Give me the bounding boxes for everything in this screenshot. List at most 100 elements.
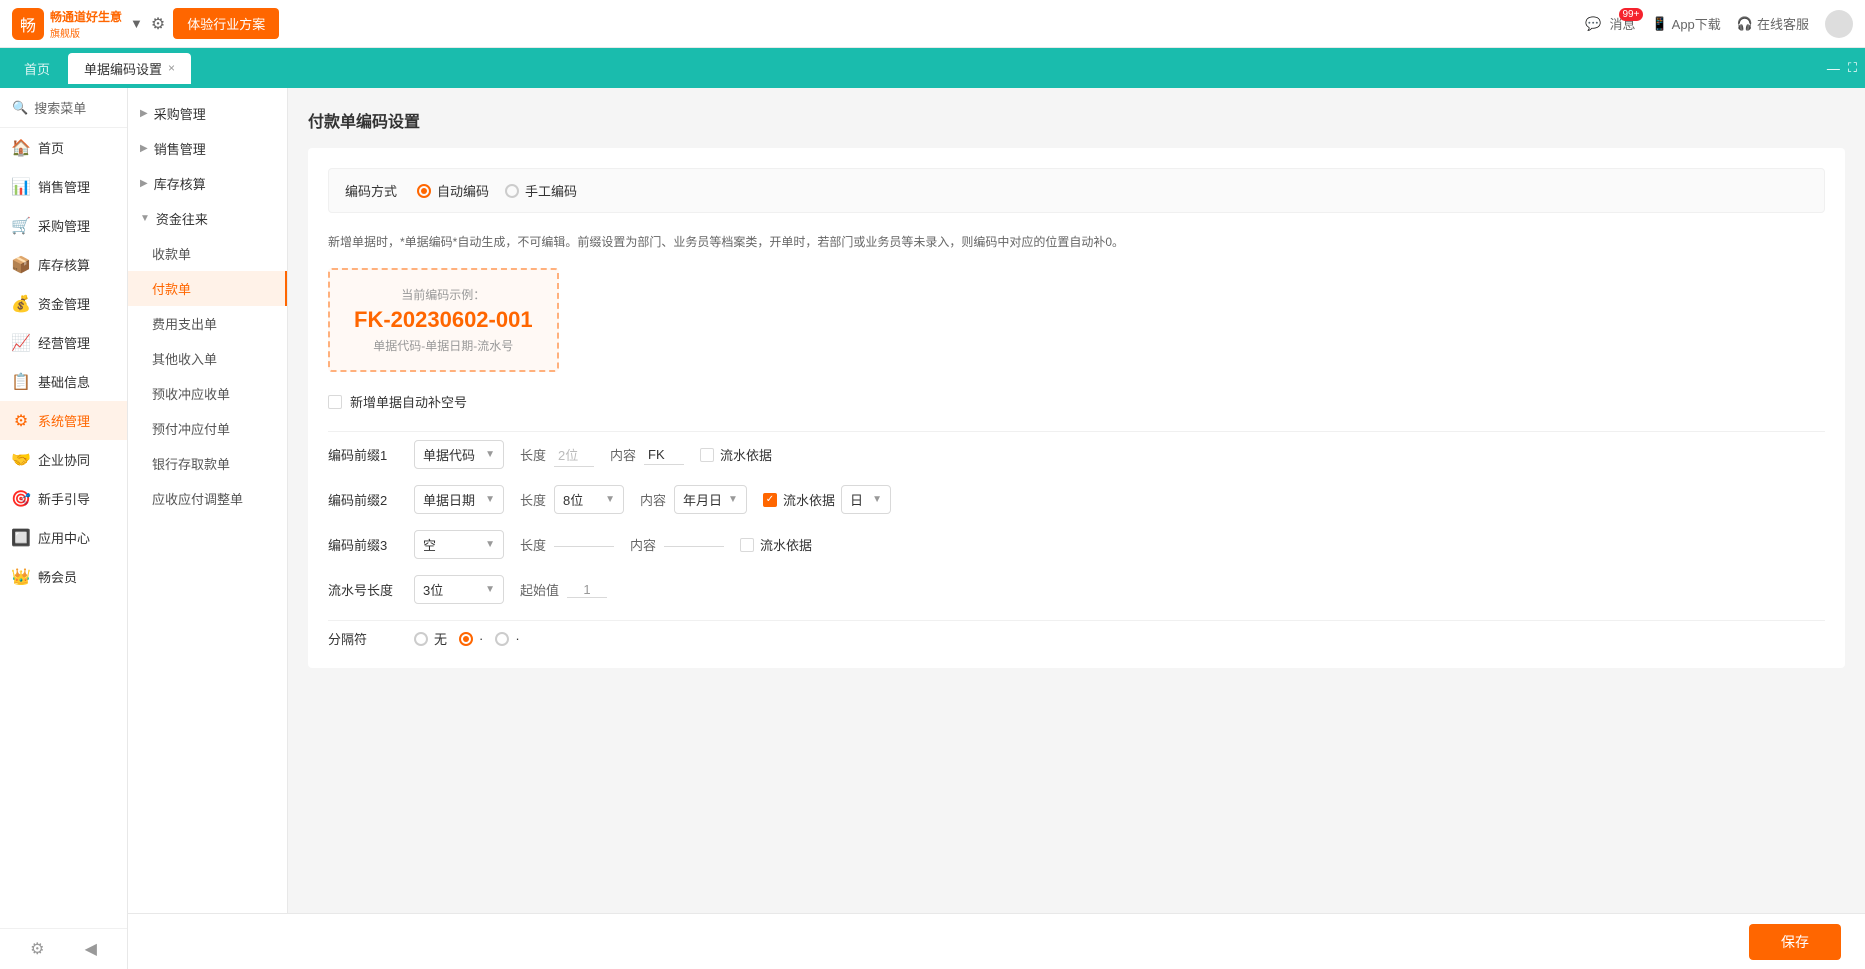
app-download-action[interactable]: 📱 App下载 (1651, 14, 1720, 33)
serial-length-select[interactable]: 3位 ▼ (414, 575, 504, 604)
logo-area: 畅 畅通道好生意 旗舰版 (12, 8, 122, 40)
sub-group-inventory-title[interactable]: ▶ 库存核算 (128, 166, 287, 201)
manual-code-radio[interactable]: 手工编码 (505, 181, 577, 200)
sep-dot-radio[interactable]: · (459, 631, 483, 646)
sidebar-item-operations[interactable]: 📈 经营管理 (0, 323, 127, 362)
auto-fill-label: 新增单据自动补空号 (350, 392, 467, 411)
sep-none-radio[interactable]: 无 (414, 629, 447, 648)
purchase-icon: 🛒 (12, 217, 30, 235)
prefix1-content-field: 内容 FK (610, 445, 684, 465)
prefix2-arrow: ▼ (485, 494, 495, 505)
prefix1-row: 编码前缀1 单据代码 ▼ 长度 2位 内容 FK (328, 440, 1825, 469)
serial-length-label: 流水号长度 (328, 580, 398, 599)
purchase-group-arrow: ▶ (140, 108, 148, 119)
sidebar-item-app-center[interactable]: 🔲 应用中心 (0, 518, 127, 557)
sidebar-item-sales[interactable]: 📊 销售管理 (0, 167, 127, 206)
system-icon: ⚙ (12, 412, 30, 430)
prefix1-select[interactable]: 单据代码 ▼ (414, 440, 504, 469)
collapse-icon[interactable]: ◀ (85, 939, 97, 959)
auto-code-radio[interactable]: 自动编码 (417, 181, 489, 200)
sub-item-adjustment[interactable]: 应收应付调整单 (128, 481, 287, 516)
sub-group-sales-title[interactable]: ▶ 销售管理 (128, 131, 287, 166)
start-value-field: 起始值 (520, 580, 607, 599)
prefix3-liushui-checkbox[interactable] (740, 538, 754, 552)
divider1 (328, 431, 1825, 432)
tab-home[interactable]: 首页 (8, 53, 66, 84)
sidebar-item-collab[interactable]: 🤝 企业协同 (0, 440, 127, 479)
finance-icon: 💰 (12, 295, 30, 313)
user-avatar[interactable] (1825, 10, 1853, 38)
window-minimize-icon[interactable]: — (1827, 61, 1840, 76)
prefix2-liushui-checkbox[interactable]: ✓ (763, 493, 777, 507)
sub-item-expense[interactable]: 费用支出单 (128, 306, 287, 341)
sub-item-other-income[interactable]: 其他收入单 (128, 341, 287, 376)
sidebar-item-inventory[interactable]: 📦 库存核算 (0, 245, 127, 284)
message-action[interactable]: 💬 消息 99+ (1585, 14, 1635, 33)
gear-icon[interactable]: ⚙ (151, 14, 165, 34)
settings-bottom-icon[interactable]: ⚙ (30, 939, 44, 959)
prefix1-arrow: ▼ (485, 449, 495, 460)
sub-group-purchase-title[interactable]: ▶ 采购管理 (128, 96, 287, 131)
sidebar-search[interactable]: 🔍 搜索菜单 (0, 88, 127, 128)
auto-code-radio-circle (417, 184, 431, 198)
separator-options: 无 · · (414, 629, 520, 648)
online-service-action[interactable]: 🎧 在线客服 (1737, 14, 1809, 33)
home-icon: 🏠 (12, 139, 30, 157)
sub-item-bank[interactable]: 银行存取款单 (128, 446, 287, 481)
prefix2-select[interactable]: 单据日期 ▼ (414, 485, 504, 514)
sep-dash-radio[interactable]: · (495, 631, 519, 646)
prefix2-label: 编码前缀2 (328, 490, 398, 509)
tab-close-icon[interactable]: × (168, 61, 175, 75)
experience-btn[interactable]: 体验行业方案 (173, 8, 279, 39)
save-button[interactable]: 保存 (1749, 924, 1841, 960)
sidebar-item-finance[interactable]: 💰 资金管理 (0, 284, 127, 323)
tab-coding-settings[interactable]: 单据编码设置 × (68, 53, 191, 84)
window-maximize-icon[interactable]: ⛶ (1848, 60, 1857, 76)
prefix3-arrow: ▼ (485, 539, 495, 550)
preview-desc: 单据代码-单据日期-流水号 (354, 337, 533, 354)
sidebar-item-system[interactable]: ⚙ 系统管理 (0, 401, 127, 440)
coding-method-row: 编码方式 自动编码 手工编码 (328, 168, 1825, 213)
prefix3-select[interactable]: 空 ▼ (414, 530, 504, 559)
prefix2-content-arrow: ▼ (728, 494, 738, 505)
auto-fill-checkbox[interactable] (328, 395, 342, 409)
sidebar-item-member[interactable]: 👑 畅会员 (0, 557, 127, 596)
nav-dropdown[interactable]: ▼ (130, 16, 143, 31)
sidebar-item-basic-info[interactable]: 📋 基础信息 (0, 362, 127, 401)
serial-length-row: 流水号长度 3位 ▼ 起始值 (328, 575, 1825, 604)
sub-group-purchase: ▶ 采购管理 (128, 96, 287, 131)
prefix3-liushui: 流水依据 (740, 535, 812, 554)
prefix2-day-arrow: ▼ (872, 494, 882, 505)
sub-item-advance-receivable[interactable]: 预收冲应收单 (128, 376, 287, 411)
tabbar: 首页 单据编码设置 × — ⛶ (0, 48, 1865, 88)
prefix1-liushui: 流水依据 (700, 445, 772, 464)
divider2 (328, 620, 1825, 621)
bottom-bar: 保存 (128, 913, 1865, 969)
sidebar: 🔍 搜索菜单 🏠 首页 📊 销售管理 🛒 采购管理 📦 库存核算 💰 资金管理 … (0, 88, 128, 969)
member-icon: 👑 (12, 568, 30, 586)
prefix3-content-field: 内容 (630, 535, 724, 554)
serial-length-arrow: ▼ (485, 584, 495, 595)
prefix2-content-select[interactable]: 年月日 ▼ (674, 485, 747, 514)
prefix2-length-select[interactable]: 8位 ▼ (554, 485, 624, 514)
prefix2-day-select[interactable]: 日 ▼ (841, 485, 891, 514)
prefix3-length-field: 长度 (520, 535, 614, 554)
sub-group-capital-title[interactable]: ▼ 资金往来 (128, 201, 287, 236)
collab-icon: 🤝 (12, 451, 30, 469)
sidebar-item-purchase[interactable]: 🛒 采购管理 (0, 206, 127, 245)
preview-code: FK-20230602-001 (354, 307, 533, 333)
message-badge: 99+ (1619, 8, 1644, 21)
prefix1-liushui-checkbox[interactable] (700, 448, 714, 462)
start-value-input[interactable] (567, 582, 607, 598)
sub-item-payment[interactable]: 付款单 (128, 271, 287, 306)
sidebar-item-guide[interactable]: 🎯 新手引导 (0, 479, 127, 518)
prefix3-label: 编码前缀3 (328, 535, 398, 554)
preview-label: 当前编码示例： (354, 286, 533, 303)
capital-group-arrow: ▼ (140, 213, 150, 224)
sub-group-capital: ▼ 资金往来 收款单 付款单 费用支出单 其他收入单 预收冲应收单 预付冲应付单… (128, 201, 287, 516)
sub-item-advance-payable[interactable]: 预付冲应付单 (128, 411, 287, 446)
sidebar-item-home[interactable]: 🏠 首页 (0, 128, 127, 167)
sub-item-receipt[interactable]: 收款单 (128, 236, 287, 271)
prefix2-length-field: 长度 8位 ▼ (520, 485, 624, 514)
sales-group-arrow: ▶ (140, 143, 148, 154)
